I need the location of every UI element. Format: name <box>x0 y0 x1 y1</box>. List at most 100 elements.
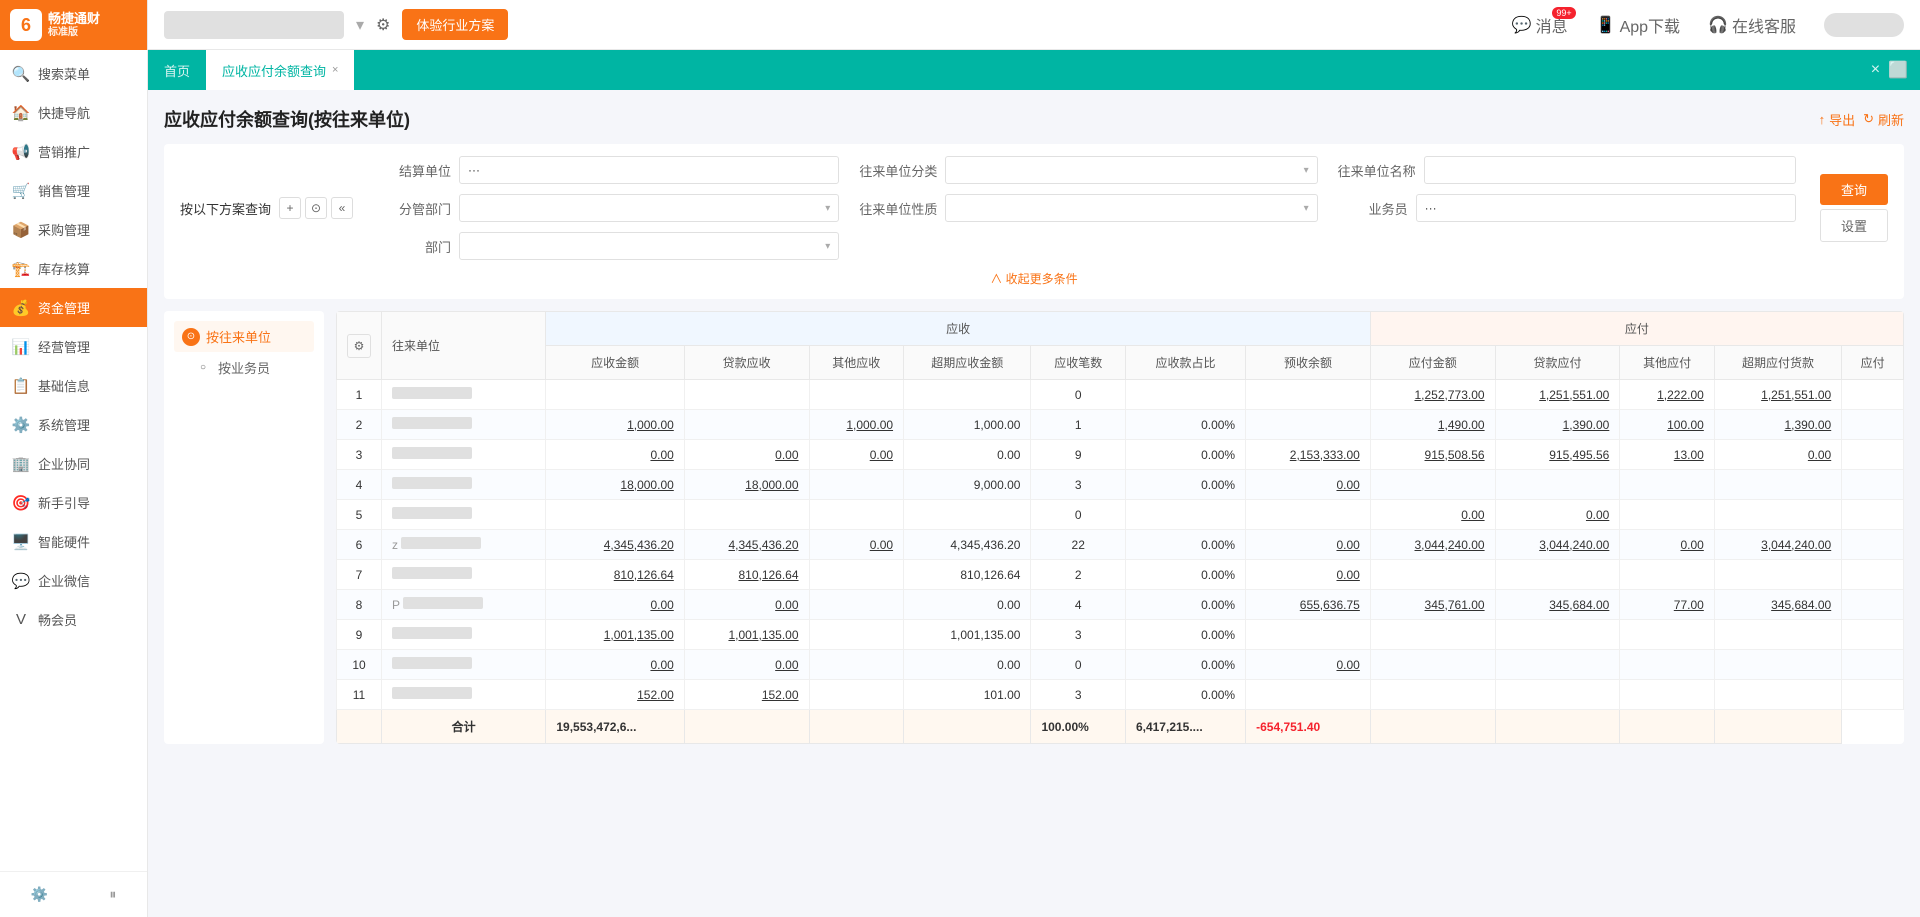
tab-home[interactable]: 首页 <box>148 50 206 90</box>
table-cell[interactable] <box>1620 470 1715 500</box>
table-cell[interactable]: 0.00 <box>1714 440 1841 470</box>
table-cell[interactable] <box>809 500 904 530</box>
table-cell[interactable] <box>684 410 809 440</box>
table-cell[interactable]: 0.00 <box>1495 500 1620 530</box>
table-cell[interactable]: 0.00 <box>1246 560 1371 590</box>
refresh-button[interactable]: ↻ 刷新 <box>1863 110 1904 129</box>
table-cell[interactable]: 1,390.00 <box>1495 410 1620 440</box>
unit-category-input[interactable]: ▾ <box>945 156 1317 184</box>
table-cell[interactable] <box>809 620 904 650</box>
table-cell[interactable]: 0.00 <box>546 590 684 620</box>
table-cell[interactable] <box>1620 680 1715 710</box>
company-selector[interactable] <box>164 11 344 39</box>
app-download-button[interactable]: 📱 App下载 <box>1596 13 1680 37</box>
table-cell[interactable] <box>1246 620 1371 650</box>
sidebar-item-enterprise[interactable]: 🏢 企业协同 <box>0 444 147 483</box>
sidebar-item-system[interactable]: ⚙️ 系统管理 <box>0 405 147 444</box>
messages-button[interactable]: 💬 消息 99+ <box>1512 13 1568 37</box>
left-panel-item-by-salesperson[interactable]: ○ 按业务员 <box>174 352 314 383</box>
table-cell[interactable]: 3,044,240.00 <box>1495 530 1620 560</box>
table-cell[interactable] <box>1370 470 1495 500</box>
table-cell[interactable]: 915,495.56 <box>1495 440 1620 470</box>
dept-head-input[interactable]: ▾ <box>459 194 839 222</box>
tab-ar-ap[interactable]: 应收应付余额查询 × <box>206 50 354 90</box>
table-cell[interactable]: 4,345,436.20 <box>546 530 684 560</box>
table-cell[interactable] <box>1620 620 1715 650</box>
table-cell[interactable]: 0.00 <box>1620 530 1715 560</box>
table-cell[interactable]: 915,508.56 <box>1370 440 1495 470</box>
table-cell[interactable] <box>1246 410 1371 440</box>
table-cell[interactable]: 0.00 <box>684 650 809 680</box>
table-cell[interactable] <box>1714 650 1841 680</box>
table-cell[interactable]: 1,001,135.00 <box>684 620 809 650</box>
table-cell[interactable]: 0.00 <box>1370 500 1495 530</box>
table-cell[interactable]: 0.00 <box>684 440 809 470</box>
table-cell[interactable]: 0.00 <box>546 440 684 470</box>
table-cell[interactable] <box>809 380 904 410</box>
export-button[interactable]: ↑ 导出 <box>1819 110 1856 129</box>
user-avatar[interactable] <box>1824 13 1904 37</box>
table-cell[interactable]: 0.00 <box>1246 650 1371 680</box>
department-input[interactable]: ▾ <box>459 232 839 260</box>
table-cell[interactable]: 0.00 <box>546 650 684 680</box>
table-cell[interactable]: 1,251,551.00 <box>1495 380 1620 410</box>
table-cell[interactable]: 1,490.00 <box>1370 410 1495 440</box>
table-cell[interactable]: 0.00 <box>809 440 904 470</box>
filter-collapse-icon-button[interactable]: « <box>331 197 353 219</box>
table-cell[interactable] <box>1495 650 1620 680</box>
table-cell[interactable] <box>1370 650 1495 680</box>
table-cell[interactable] <box>1714 500 1841 530</box>
promo-button[interactable]: 体验行业方案 <box>402 9 508 40</box>
table-cell[interactable]: 1,251,551.00 <box>1714 380 1841 410</box>
table-cell[interactable]: 0.00 <box>1246 470 1371 500</box>
table-cell[interactable] <box>1370 560 1495 590</box>
table-cell[interactable] <box>684 380 809 410</box>
table-cell[interactable]: 100.00 <box>1620 410 1715 440</box>
unit-name-input[interactable] <box>1424 156 1796 184</box>
table-cell[interactable]: 1,252,773.00 <box>1370 380 1495 410</box>
table-cell[interactable] <box>1714 560 1841 590</box>
table-cell[interactable] <box>546 380 684 410</box>
sidebar-item-member[interactable]: V 畅会员 <box>0 600 147 639</box>
sidebar-item-search[interactable]: 🔍 搜索菜单 <box>0 54 147 93</box>
sidebar-settings-button[interactable]: ⚙️ <box>21 880 58 909</box>
table-cell[interactable] <box>809 680 904 710</box>
table-cell[interactable] <box>1620 500 1715 530</box>
sidebar-collapse-button[interactable]: ⏸ <box>99 880 126 909</box>
filter-collapse-button[interactable]: ∧ 收起更多条件 <box>180 270 1888 287</box>
table-cell[interactable] <box>684 500 809 530</box>
table-settings-icon[interactable]: ⚙ <box>347 334 371 358</box>
settlement-unit-input[interactable]: ··· <box>459 156 839 184</box>
table-cell[interactable]: 2,153,333.00 <box>1246 440 1371 470</box>
table-cell[interactable] <box>1714 680 1841 710</box>
table-cell[interactable]: 77.00 <box>1620 590 1715 620</box>
table-cell[interactable] <box>1495 560 1620 590</box>
table-cell[interactable] <box>1620 560 1715 590</box>
table-cell[interactable]: 1,222.00 <box>1620 380 1715 410</box>
table-cell[interactable] <box>1620 650 1715 680</box>
table-cell[interactable]: 1,000.00 <box>546 410 684 440</box>
sidebar-item-hardware[interactable]: 🖥️ 智能硬件 <box>0 522 147 561</box>
table-cell[interactable]: 1,000.00 <box>809 410 904 440</box>
table-cell[interactable]: 3,044,240.00 <box>1370 530 1495 560</box>
table-cell[interactable]: 0.00 <box>809 530 904 560</box>
table-cell[interactable]: 1,001,135.00 <box>546 620 684 650</box>
window-maximize-icon[interactable]: ⬜ <box>1888 60 1908 80</box>
settings-button[interactable]: 设置 <box>1820 209 1888 242</box>
sidebar-item-base[interactable]: 📋 基础信息 <box>0 366 147 405</box>
table-cell[interactable]: 3,044,240.00 <box>1714 530 1841 560</box>
window-close-icon[interactable]: × <box>1871 61 1880 79</box>
sidebar-item-sales[interactable]: 🛒 销售管理 <box>0 171 147 210</box>
sidebar-item-operation[interactable]: 📊 经营管理 <box>0 327 147 366</box>
table-cell[interactable] <box>1246 380 1371 410</box>
sidebar-item-purchase[interactable]: 📦 采购管理 <box>0 210 147 249</box>
table-cell[interactable]: 0.00 <box>1246 530 1371 560</box>
unit-nature-input[interactable]: ▾ <box>945 194 1317 222</box>
table-cell[interactable] <box>1246 500 1371 530</box>
table-cell[interactable]: 4,345,436.20 <box>684 530 809 560</box>
table-cell[interactable]: 1,390.00 <box>1714 410 1841 440</box>
table-cell[interactable]: 152.00 <box>546 680 684 710</box>
table-cell[interactable]: 0.00 <box>684 590 809 620</box>
table-cell[interactable] <box>809 650 904 680</box>
table-cell[interactable] <box>1495 470 1620 500</box>
